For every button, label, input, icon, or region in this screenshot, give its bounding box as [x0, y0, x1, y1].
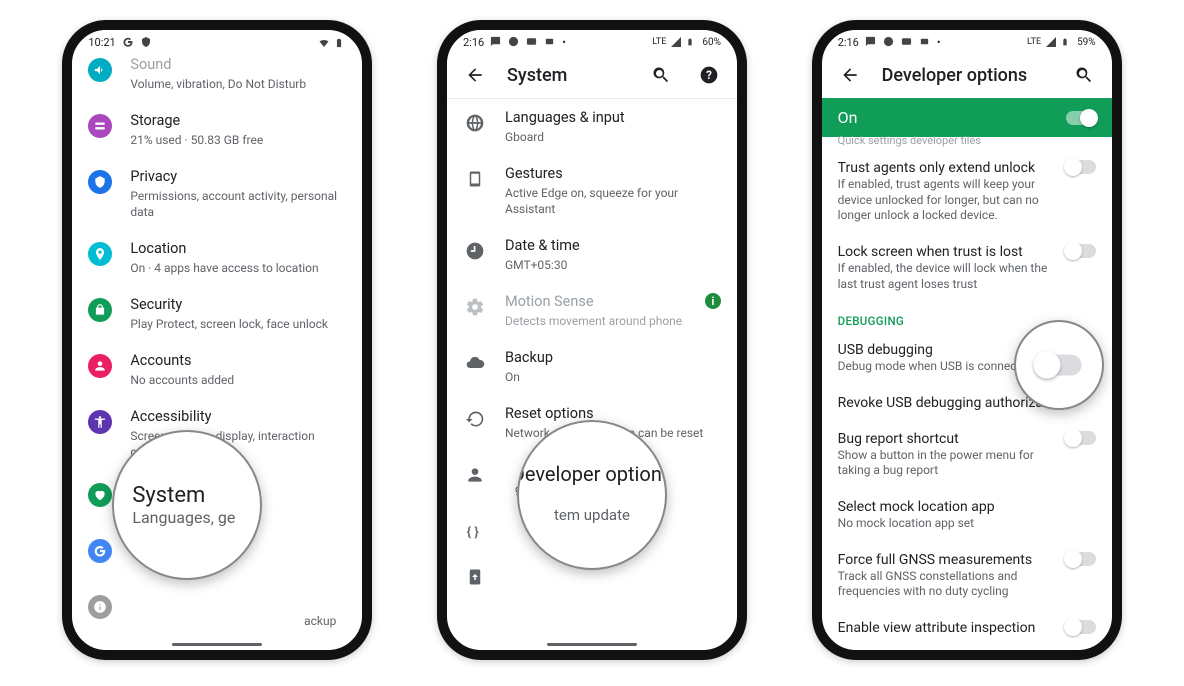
- dev-item-trust-agents[interactable]: Trust agents only extend unlockIf enable…: [822, 150, 1112, 234]
- wifi-icon: [318, 36, 330, 48]
- status-time: 2:16: [838, 36, 859, 49]
- search-button[interactable]: [645, 59, 677, 91]
- system-item-motion-sense[interactable]: Motion SenseDetects movement around phon…: [447, 283, 737, 339]
- magnifier-extra: tem update: [554, 506, 630, 524]
- notification-icon: [919, 36, 931, 48]
- dev-item-gnss[interactable]: Force full GNSS measurementsTrack all GN…: [822, 542, 1112, 610]
- switch-usb-debugging[interactable]: [1036, 355, 1081, 376]
- message-icon: [865, 36, 877, 48]
- battery-text: 60%: [702, 37, 721, 48]
- settings-item-accounts[interactable]: AccountsNo accounts added: [72, 342, 362, 398]
- switch-bug-report[interactable]: [1066, 431, 1096, 445]
- signal-icon: [670, 36, 682, 48]
- dev-item-mock-location[interactable]: Select mock location appNo mock location…: [822, 489, 1112, 542]
- security-icon: [88, 298, 112, 322]
- switch-view-attr[interactable]: [1066, 620, 1096, 634]
- dev-item-debug-app[interactable]: Select debug app: [822, 646, 1112, 650]
- svg-text:?: ?: [706, 68, 712, 82]
- update-icon: [463, 565, 487, 589]
- whatsapp-icon: [508, 36, 520, 48]
- settings-item-storage[interactable]: Storage21% used · 50.83 GB free: [72, 102, 362, 158]
- magnifier-developer: Developer options tem update: [517, 420, 667, 570]
- info-badge[interactable]: i: [705, 293, 721, 309]
- more-icon: •: [562, 36, 566, 49]
- globe-icon: [463, 111, 487, 135]
- network-label: LTE: [652, 37, 666, 47]
- battery-icon: [1061, 36, 1073, 48]
- dev-item-bug-report[interactable]: Bug report shortcutShow a button in the …: [822, 421, 1112, 489]
- nav-pill[interactable]: [547, 643, 637, 646]
- back-button[interactable]: [459, 59, 491, 91]
- privacy-icon: [88, 170, 112, 194]
- gestures-icon: [463, 167, 487, 191]
- user-icon: [463, 463, 487, 487]
- system-item-date-time[interactable]: Date & timeGMT+05:30: [447, 227, 737, 283]
- app-bar: Developer options: [822, 52, 1112, 98]
- magnifier-subtitle: Languages, ge: [132, 508, 260, 527]
- help-button[interactable]: ?: [693, 59, 725, 91]
- page-title: System: [507, 65, 567, 86]
- clock-icon: [463, 239, 487, 263]
- settings-item-sound[interactable]: SoundVolume, vibration, Do Not Disturb: [72, 52, 362, 102]
- battery-icon: [686, 36, 698, 48]
- wellbeing-icon: [88, 483, 112, 507]
- back-button[interactable]: [834, 59, 866, 91]
- dev-item-view-attr[interactable]: Enable view attribute inspection: [822, 610, 1112, 646]
- status-bar: 10:21: [72, 30, 362, 52]
- magnifier-usb-switch: [1014, 320, 1104, 410]
- app-bar: System ?: [447, 52, 737, 98]
- settings-item-privacy[interactable]: PrivacyPermissions, account activity, pe…: [72, 158, 362, 230]
- dev-item-lock-trust[interactable]: Lock screen when trust is lostIf enabled…: [822, 234, 1112, 302]
- magnifier-title: System: [132, 483, 260, 508]
- phone-system: 2:16 • LTE 60% System ?: [437, 20, 747, 660]
- notification-icon: [544, 36, 556, 48]
- accessibility-icon: [88, 410, 112, 434]
- banner-label: On: [838, 108, 858, 127]
- info-icon: [88, 595, 112, 619]
- code-icon: { }: [463, 519, 487, 543]
- network-label: LTE: [1027, 37, 1041, 47]
- gear-icon: [463, 295, 487, 319]
- location-icon: [88, 242, 112, 266]
- switch-gnss[interactable]: [1066, 552, 1096, 566]
- status-time: 2:16: [463, 36, 484, 49]
- battery-icon: [334, 36, 346, 48]
- search-button[interactable]: [1068, 59, 1100, 91]
- reset-icon: [463, 407, 487, 431]
- phone-settings: 10:21 SoundVolume, vibration, Do Not Dis…: [62, 20, 372, 660]
- nav-pill[interactable]: [172, 643, 262, 646]
- status-bar: 2:16 • LTE 59%: [822, 30, 1112, 52]
- switch-lock-trust[interactable]: [1066, 244, 1096, 258]
- storage-icon: [88, 114, 112, 138]
- system-item-languages[interactable]: Languages & inputGboard: [447, 99, 737, 155]
- google-g-icon: [88, 539, 112, 563]
- status-bar: 2:16 • LTE 60%: [447, 30, 737, 52]
- system-item-backup[interactable]: BackupOn: [447, 339, 737, 395]
- phone-developer-options: 2:16 • LTE 59% Developer options On: [812, 20, 1122, 660]
- settings-item-location[interactable]: LocationOn · 4 apps have access to locat…: [72, 230, 362, 286]
- sound-icon: [88, 58, 112, 82]
- status-time: 10:21: [88, 36, 115, 49]
- whatsapp-icon: [883, 36, 895, 48]
- magnifier-title: Developer options: [517, 462, 667, 486]
- master-switch[interactable]: [1066, 111, 1096, 125]
- magnifier-system: System Languages, ge: [112, 430, 262, 580]
- svg-text:{ }: { }: [467, 525, 480, 540]
- system-item-gestures[interactable]: GesturesActive Edge on, squeeze for your…: [447, 155, 737, 227]
- signal-icon: [1045, 36, 1057, 48]
- settings-item-hidden[interactable]: ackup: [72, 583, 362, 639]
- youtube-icon: [526, 36, 538, 48]
- message-icon: [490, 36, 502, 48]
- youtube-icon: [901, 36, 913, 48]
- accounts-icon: [88, 354, 112, 378]
- shield-icon: [140, 36, 152, 48]
- settings-item-security[interactable]: SecurityPlay Protect, screen lock, face …: [72, 286, 362, 342]
- more-icon: •: [937, 36, 941, 49]
- battery-text: 59%: [1077, 37, 1096, 48]
- page-title: Developer options: [882, 65, 1028, 86]
- dev-item-quick-tiles[interactable]: Quick settings developer tiles: [822, 131, 1112, 150]
- switch-trust-agents[interactable]: [1066, 160, 1096, 174]
- google-icon: [122, 36, 134, 48]
- cloud-icon: [463, 351, 487, 375]
